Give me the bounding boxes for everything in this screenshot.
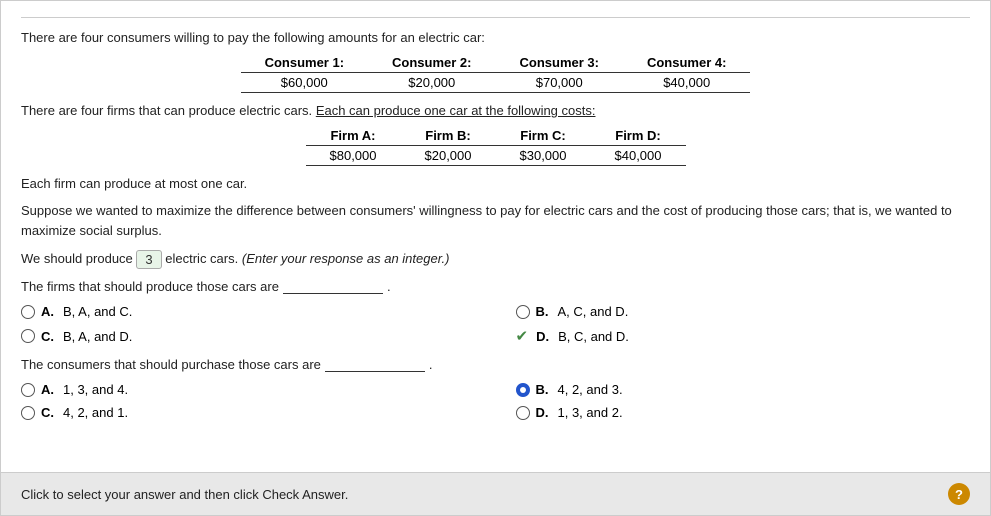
question3-line: The consumers that should purchase those… xyxy=(21,357,970,372)
help-button[interactable]: ? xyxy=(948,483,970,505)
firms-radio-c[interactable] xyxy=(21,329,35,343)
bottom-text: Click to select your answer and then cli… xyxy=(21,487,348,502)
firms-option-c[interactable]: C. B, A, and D. xyxy=(21,325,476,347)
question3-block: The consumers that should purchase those… xyxy=(21,357,970,422)
consumer4-header: Consumer 4: xyxy=(623,53,750,73)
q3-blank xyxy=(325,371,425,372)
consumer2-value: $20,000 xyxy=(368,73,495,93)
firms-text-c: B, A, and D. xyxy=(63,329,132,344)
statement2-section: Suppose we wanted to maximize the differ… xyxy=(21,201,970,240)
firms-radio-a[interactable] xyxy=(21,305,35,319)
firms-label-a: A. xyxy=(41,304,57,319)
consumers-options-grid: A. 1, 3, and 4. B. 4, 2, and 3. C. 4, 2,… xyxy=(21,380,970,422)
firmc-value: $30,000 xyxy=(496,146,591,166)
consumers-radio-a[interactable] xyxy=(21,383,35,397)
firms-option-a[interactable]: A. B, A, and C. xyxy=(21,302,476,321)
consumers-table: Consumer 1: Consumer 2: Consumer 3: Cons… xyxy=(241,53,751,93)
q2-blank xyxy=(283,293,383,294)
consumer3-value: $70,000 xyxy=(496,73,623,93)
consumers-text-c: 4, 2, and 1. xyxy=(63,405,128,420)
consumer1-value: $60,000 xyxy=(241,73,368,93)
firms-radio-b[interactable] xyxy=(516,305,530,319)
q1-answer: 3 xyxy=(136,250,161,269)
statement1-text: Each firm can produce at most one car. xyxy=(21,176,970,191)
consumers-text-d: 1, 3, and 2. xyxy=(558,405,623,420)
firms-text-d: B, C, and D. xyxy=(558,329,629,344)
firms-text-b: A, C, and D. xyxy=(558,304,629,319)
consumer4-value: $40,000 xyxy=(623,73,750,93)
firms-label-d: D. xyxy=(536,329,552,344)
firms-label-b: B. xyxy=(536,304,552,319)
consumer1-header: Consumer 1: xyxy=(241,53,368,73)
statement1-section: Each firm can produce at most one car. xyxy=(21,176,970,191)
consumers-option-a[interactable]: A. 1, 3, and 4. xyxy=(21,380,476,399)
q1-hint: (Enter your response as an integer.) xyxy=(242,251,450,266)
intro-section: There are four consumers willing to pay … xyxy=(21,17,970,93)
consumers-text-b: 4, 2, and 3. xyxy=(558,382,623,397)
consumers-radio-b[interactable] xyxy=(516,383,530,397)
consumers-text-a: 1, 3, and 4. xyxy=(63,382,128,397)
question1-line: We should produce 3 electric cars. (Ente… xyxy=(21,250,970,269)
consumer2-header: Consumer 2: xyxy=(368,53,495,73)
question1-block: We should produce 3 electric cars. (Ente… xyxy=(21,250,970,269)
firms-text-a: B, A, and C. xyxy=(63,304,132,319)
consumers-option-d[interactable]: D. 1, 3, and 2. xyxy=(516,403,971,422)
firms-section: There are four firms that can produce el… xyxy=(21,103,970,166)
bottom-bar: Click to select your answer and then cli… xyxy=(1,472,990,515)
consumers-label-c: C. xyxy=(41,405,57,420)
statement2-text: Suppose we wanted to maximize the differ… xyxy=(21,201,970,240)
consumers-label-d: D. xyxy=(536,405,552,420)
firms-option-d[interactable]: ✔ D. B, C, and D. xyxy=(516,325,971,347)
firms-options-grid: A. B, A, and C. B. A, C, and D. C. B, A,… xyxy=(21,302,970,347)
consumers-option-c[interactable]: C. 4, 2, and 1. xyxy=(21,403,476,422)
intro-text: There are four consumers willing to pay … xyxy=(21,30,970,45)
firms-label-c: C. xyxy=(41,329,57,344)
consumers-label-b: B. xyxy=(536,382,552,397)
consumers-option-b[interactable]: B. 4, 2, and 3. xyxy=(516,380,971,399)
q1-prefix: We should produce xyxy=(21,251,133,266)
page-container: There are four consumers willing to pay … xyxy=(0,0,991,516)
firma-value: $80,000 xyxy=(306,146,401,166)
checkmark-icon: ✔ xyxy=(516,327,529,345)
question2-line: The firms that should produce those cars… xyxy=(21,279,970,294)
firmc-header: Firm C: xyxy=(496,126,591,146)
firma-header: Firm A: xyxy=(306,126,401,146)
consumers-radio-d[interactable] xyxy=(516,406,530,420)
firmd-value: $40,000 xyxy=(591,146,686,166)
consumers-radio-c[interactable] xyxy=(21,406,35,420)
firmd-header: Firm D: xyxy=(591,126,686,146)
question2-block: The firms that should produce those cars… xyxy=(21,279,970,347)
consumers-label-a: A. xyxy=(41,382,57,397)
firms-intro-text: There are four firms that can produce el… xyxy=(21,103,970,118)
consumer3-header: Consumer 3: xyxy=(496,53,623,73)
firms-option-b[interactable]: B. A, C, and D. xyxy=(516,302,971,321)
firms-table: Firm A: Firm B: Firm C: Firm D: $80,000 … xyxy=(306,126,686,166)
firmb-header: Firm B: xyxy=(401,126,496,146)
firmb-value: $20,000 xyxy=(401,146,496,166)
